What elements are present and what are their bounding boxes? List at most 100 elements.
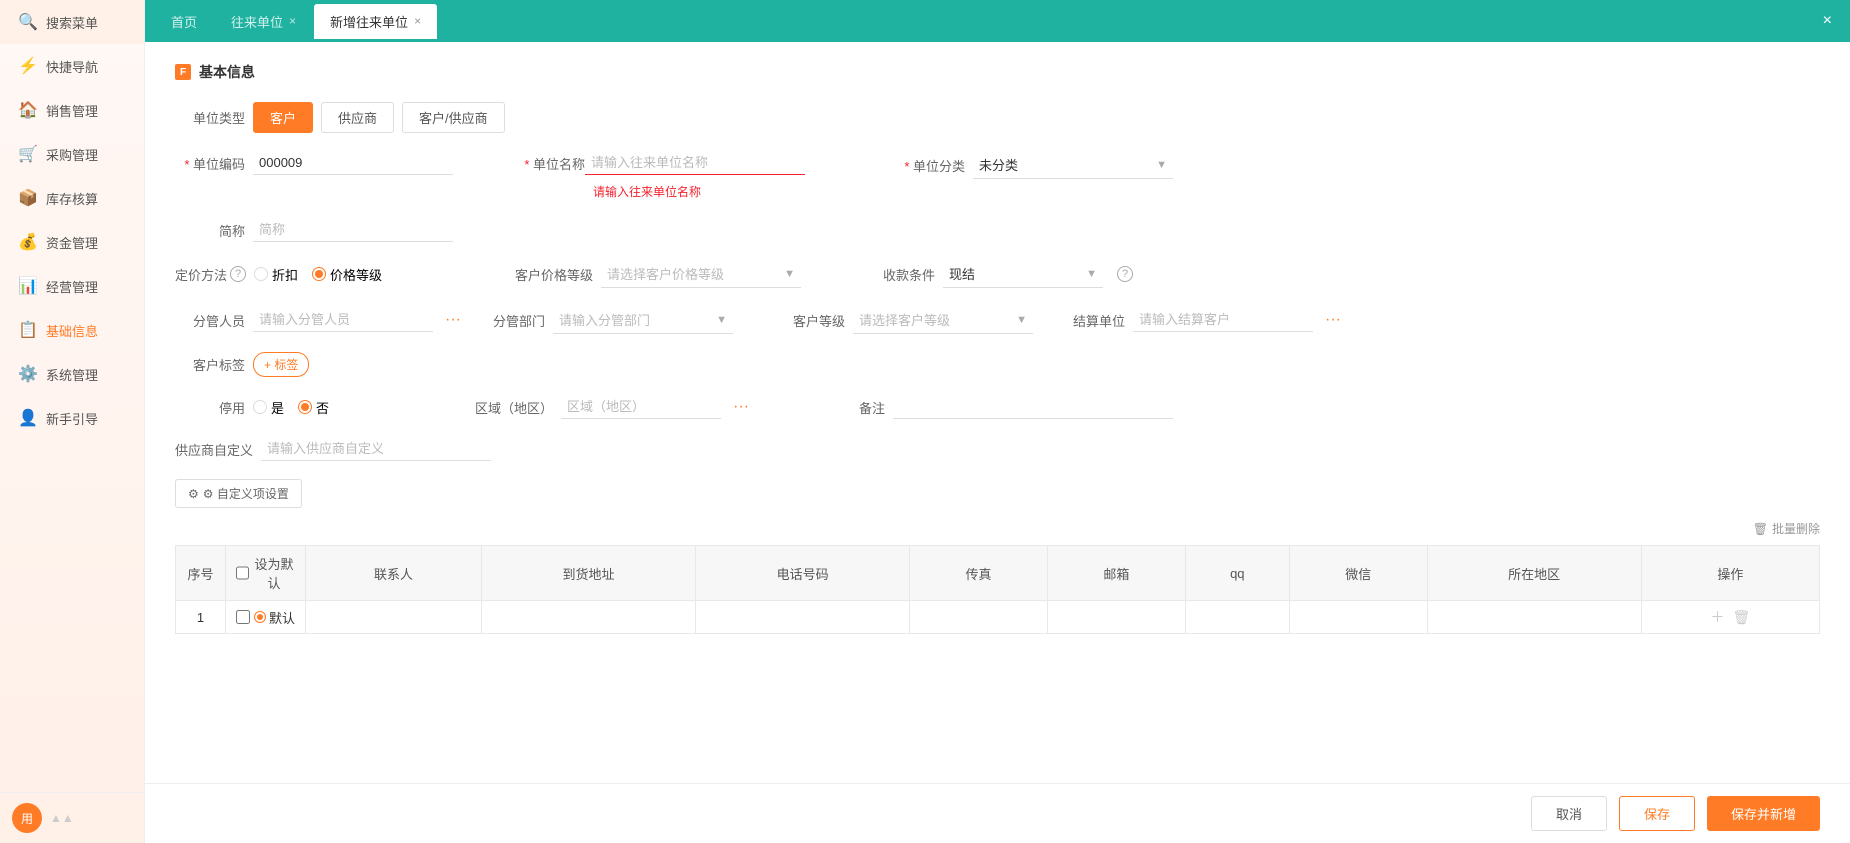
tab-home[interactable]: 首页 bbox=[155, 4, 213, 39]
radio-disabled-yes[interactable]: 是 bbox=[253, 398, 284, 417]
guide-icon: 👤 bbox=[18, 408, 38, 428]
label-unit-code: 单位编码 bbox=[175, 154, 245, 173]
sidebar-item-finance[interactable]: 💰 资金管理 bbox=[0, 220, 144, 264]
custom-settings-btn[interactable]: ⚙ ⚙ 自定义项设置 bbox=[175, 479, 302, 508]
unit-type-field: 单位类型 客户 供应商 客户/供应商 bbox=[175, 102, 1820, 133]
custom-settings-area: ⚙ ⚙ 自定义项设置 bbox=[175, 479, 1820, 508]
field-unit-code: 单位编码 bbox=[175, 151, 515, 175]
table-row: 1 默认 bbox=[176, 601, 1820, 634]
tab-contacts-close[interactable]: × bbox=[289, 15, 296, 27]
disabled-radio-group: 是 否 bbox=[253, 398, 329, 417]
sidebar-label-purchase: 采购管理 bbox=[46, 145, 98, 164]
select-customer-level[interactable]: 请选择客户等级 ▼ bbox=[853, 306, 1033, 334]
row-pricing: 定价方法 ? 折扣 价格等级 客户价格 bbox=[175, 260, 1820, 288]
radio-price-level[interactable]: 价格等级 bbox=[312, 265, 382, 284]
input-notes[interactable] bbox=[893, 395, 1173, 419]
input-unit-name[interactable] bbox=[585, 151, 805, 175]
sidebar-label-sales: 销售管理 bbox=[46, 101, 98, 120]
cell-qq bbox=[1185, 601, 1289, 634]
col-header-phone: 电话号码 bbox=[696, 546, 910, 601]
select-payment-terms[interactable]: 现结 ▼ bbox=[943, 260, 1103, 288]
input-short-name[interactable] bbox=[253, 218, 453, 242]
contacts-table: 序号 设为默认 联系人 到货地址 电话号码 传真 邮箱 qq 微信 所在地区 bbox=[175, 545, 1820, 634]
row-actions: ＋ 🗑 bbox=[1652, 607, 1809, 627]
field-payment-terms: 收款条件 现结 ▼ ? bbox=[865, 260, 1215, 288]
unit-name-error: 请输入往来单位名称 bbox=[593, 185, 701, 199]
default-radio[interactable]: 默认 bbox=[254, 608, 295, 627]
input-supplier-custom[interactable] bbox=[261, 437, 491, 461]
save-and-new-button[interactable]: 保存并新增 bbox=[1707, 796, 1820, 831]
field-customer-level: 客户等级 请选择客户等级 ▼ bbox=[775, 306, 1055, 334]
customer-level-chevron: ▼ bbox=[1016, 314, 1027, 326]
cell-email bbox=[1047, 601, 1185, 634]
tab-contacts-label: 往来单位 bbox=[231, 12, 283, 31]
sidebar-item-operations[interactable]: 📊 经营管理 bbox=[0, 264, 144, 308]
add-tag-button[interactable]: + 标签 bbox=[253, 352, 309, 377]
tab-new-contact[interactable]: 新增往来单位 × bbox=[314, 4, 437, 39]
sidebar-item-sales[interactable]: 🏠 销售管理 bbox=[0, 88, 144, 132]
row-delete-icon[interactable]: 🗑 bbox=[1732, 609, 1750, 626]
pricing-radio-group: 折扣 价格等级 bbox=[254, 265, 382, 284]
sidebar-item-inventory[interactable]: 📦 库存核算 bbox=[0, 176, 144, 220]
unit-btn-customer[interactable]: 客户 bbox=[253, 102, 313, 133]
table-header: 序号 设为默认 联系人 到货地址 电话号码 传真 邮箱 qq 微信 所在地区 bbox=[176, 546, 1820, 601]
supervisor-more-btn[interactable]: ··· bbox=[441, 311, 465, 329]
operations-icon: 📊 bbox=[18, 276, 38, 296]
input-supervisor[interactable] bbox=[253, 308, 433, 332]
customer-price-level-chevron: ▼ bbox=[784, 268, 795, 280]
tab-contacts[interactable]: 往来单位 × bbox=[215, 4, 312, 39]
cell-index: 1 bbox=[176, 601, 226, 634]
cancel-button[interactable]: 取消 bbox=[1531, 796, 1607, 831]
row-add-icon[interactable]: ＋ bbox=[1710, 607, 1724, 627]
pricing-help-icon[interactable]: ? bbox=[230, 266, 246, 282]
sidebar-item-search[interactable]: 🔍 搜索菜单 bbox=[0, 0, 144, 44]
page-content: F 基本信息 单位类型 客户 供应商 客户/供应商 单位编码 单位名称 bbox=[145, 42, 1850, 783]
select-customer-price-level[interactable]: 请选择客户价格等级 ▼ bbox=[601, 260, 801, 288]
tab-bar-close-all[interactable]: × bbox=[1815, 8, 1840, 34]
sidebar-label-inventory: 库存核算 bbox=[46, 189, 98, 208]
tab-home-label: 首页 bbox=[171, 12, 197, 31]
basic-icon: 📋 bbox=[18, 320, 38, 340]
input-region[interactable] bbox=[561, 395, 721, 419]
col-header-wechat: 微信 bbox=[1289, 546, 1427, 601]
field-department: 分管部门 请输入分管部门 ▼ bbox=[475, 306, 775, 334]
input-billing-unit[interactable] bbox=[1133, 308, 1313, 332]
label-supplier-custom: 供应商自定义 bbox=[175, 440, 253, 459]
radio-discount[interactable]: 折扣 bbox=[254, 265, 298, 284]
unit-btn-supplier[interactable]: 供应商 bbox=[321, 102, 394, 133]
select-department[interactable]: 请输入分管部门 ▼ bbox=[553, 306, 733, 334]
sidebar-item-guide[interactable]: 👤 新手引导 bbox=[0, 396, 144, 440]
label-customer-tags: 客户标签 bbox=[175, 355, 245, 374]
payment-terms-chevron: ▼ bbox=[1086, 268, 1097, 280]
payment-terms-help-icon[interactable]: ? bbox=[1117, 266, 1133, 282]
sidebar-item-quicknav[interactable]: ⚡ 快捷导航 bbox=[0, 44, 144, 88]
billing-unit-more-btn[interactable]: ··· bbox=[1321, 311, 1345, 329]
input-unit-code[interactable] bbox=[253, 151, 453, 175]
sidebar-item-system[interactable]: ⚙️ 系统管理 bbox=[0, 352, 144, 396]
row-checkbox[interactable] bbox=[236, 610, 250, 624]
col-header-actions: 操作 bbox=[1641, 546, 1819, 601]
sidebar: 🔍 搜索菜单 ⚡ 快捷导航 🏠 销售管理 🛒 采购管理 📦 库存核算 💰 资金管… bbox=[0, 0, 145, 843]
label-notes: 备注 bbox=[815, 398, 885, 417]
radio-discount-outer bbox=[254, 267, 268, 281]
col-header-address: 到货地址 bbox=[481, 546, 695, 601]
tab-new-contact-close[interactable]: × bbox=[414, 15, 421, 27]
save-button[interactable]: 保存 bbox=[1619, 796, 1695, 831]
region-more-btn[interactable]: ··· bbox=[729, 398, 753, 416]
select-unit-category[interactable]: 未分类 ▼ bbox=[973, 151, 1173, 179]
row-supervisor: 分管人员 ··· 分管部门 请输入分管部门 ▼ 客户等级 请选择客户等级 ▼ 结… bbox=[175, 306, 1820, 334]
table-body: 1 默认 bbox=[176, 601, 1820, 634]
batch-delete-button[interactable]: 🗑 批量删除 bbox=[1753, 520, 1820, 537]
department-chevron: ▼ bbox=[716, 314, 727, 326]
sidebar-item-purchase[interactable]: 🛒 采购管理 bbox=[0, 132, 144, 176]
unit-btn-both[interactable]: 客户/供应商 bbox=[402, 102, 505, 133]
radio-disabled-no[interactable]: 否 bbox=[298, 398, 329, 417]
table-header-checkbox[interactable] bbox=[236, 566, 249, 580]
radio-no-outer bbox=[298, 400, 312, 414]
settings-icon: ⚙ bbox=[188, 487, 199, 501]
col-header-contact: 联系人 bbox=[306, 546, 482, 601]
customer-price-level-placeholder: 请选择客户价格等级 bbox=[607, 264, 780, 283]
col-header-qq: qq bbox=[1185, 546, 1289, 601]
sidebar-label-search: 搜索菜单 bbox=[46, 13, 98, 32]
sidebar-item-basic[interactable]: 📋 基础信息 bbox=[0, 308, 144, 352]
